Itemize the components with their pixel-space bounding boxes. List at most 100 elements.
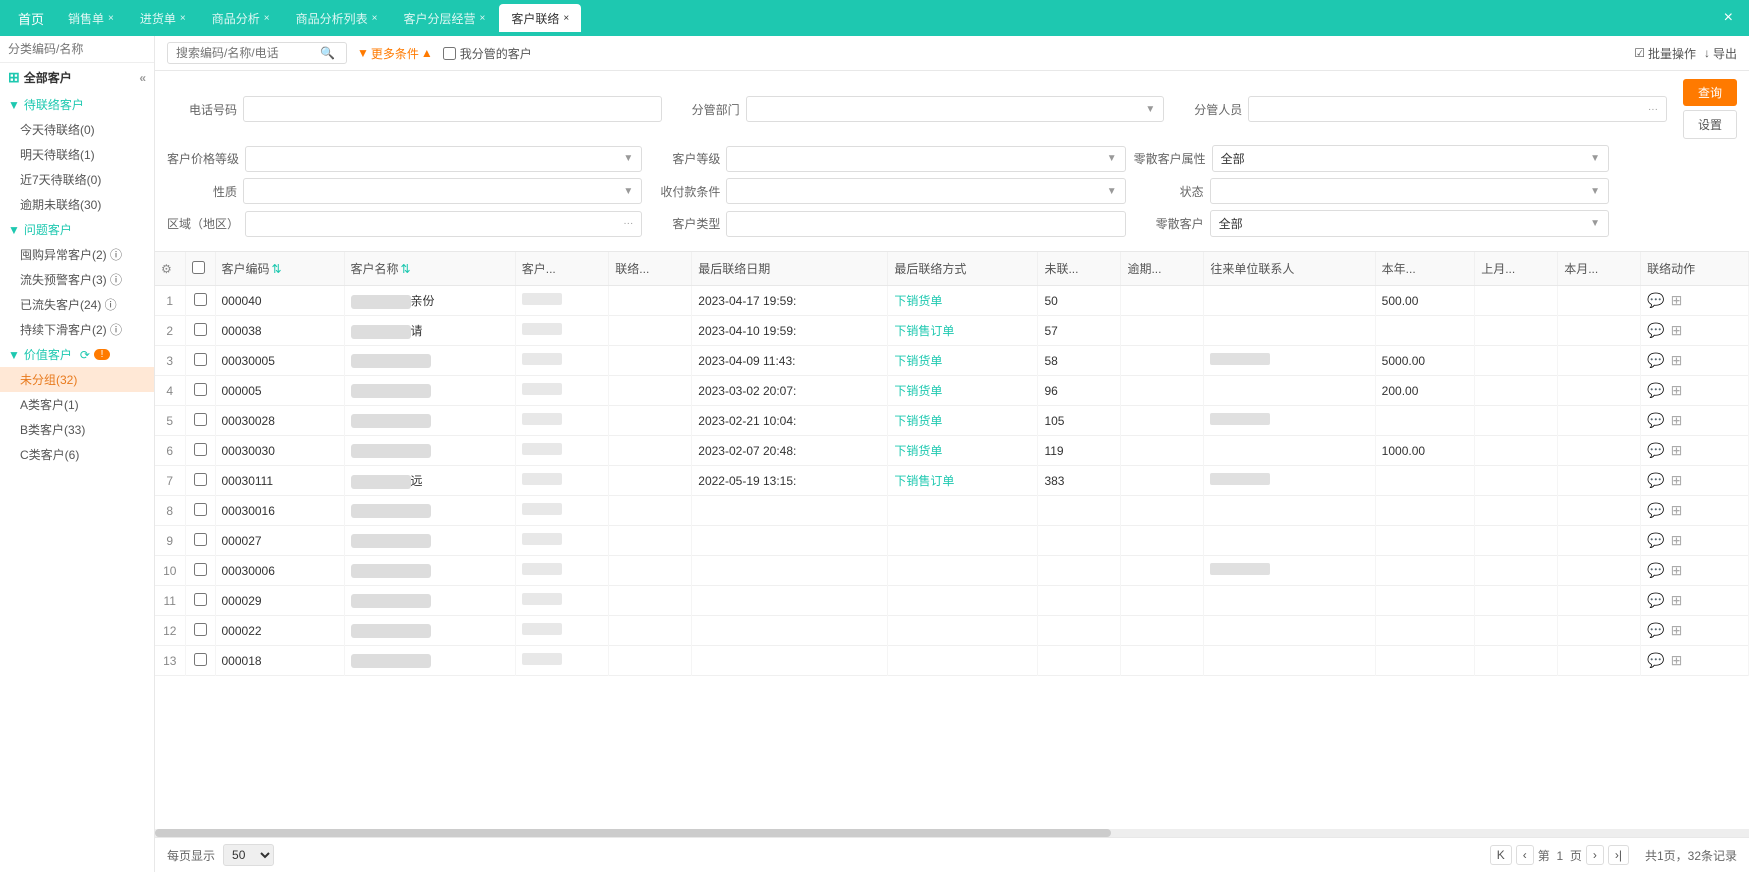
sidebar-item-typeA[interactable]: A类客户(1): [0, 392, 154, 417]
filter-search-input[interactable]: [176, 46, 316, 60]
grid-action-icon[interactable]: ⊞: [1671, 292, 1683, 309]
row-checkbox[interactable]: [194, 503, 207, 516]
nav-tab-sales[interactable]: 销售单 ×: [56, 4, 126, 32]
close-window-button[interactable]: ×: [1716, 9, 1741, 27]
sidebar-item-7days[interactable]: 近7天待联络(0): [0, 167, 154, 192]
per-page-select[interactable]: 50 100: [223, 844, 274, 866]
chat-icon[interactable]: 💬: [1647, 622, 1664, 639]
price-level-select[interactable]: ▼: [245, 146, 642, 172]
chat-icon[interactable]: 💬: [1647, 532, 1664, 549]
my-customers-checkbox[interactable]: 我分管的客户: [443, 45, 532, 62]
row-checkbox[interactable]: [194, 293, 207, 306]
select-all-checkbox[interactable]: [192, 261, 205, 274]
status-select[interactable]: ▼: [1210, 178, 1609, 204]
nav-tab-customer-tier[interactable]: 客户分层经营 ×: [391, 4, 497, 32]
row-checkbox[interactable]: [194, 443, 207, 456]
chat-icon[interactable]: 💬: [1647, 562, 1664, 579]
sidebar-item-typeB[interactable]: B类客户(33): [0, 417, 154, 442]
nature-select[interactable]: ▼: [243, 178, 642, 204]
sidebar-item-abnormal[interactable]: 囤购异常客户(2) ⓘ: [0, 242, 154, 267]
nav-tab-purchase-close[interactable]: ×: [180, 13, 186, 24]
nav-tab-customer-contact-close[interactable]: ×: [563, 13, 569, 24]
chat-icon[interactable]: 💬: [1647, 652, 1664, 669]
next-page-button[interactable]: ›: [1586, 845, 1604, 865]
row-checkbox[interactable]: [194, 323, 207, 336]
cust-level-select[interactable]: ▼: [726, 146, 1125, 172]
grid-action-icon[interactable]: ⊞: [1671, 562, 1683, 579]
sidebar-item-tomorrow[interactable]: 明天待联络(1): [0, 142, 154, 167]
nav-tab-customer-contact[interactable]: 客户联络 ×: [499, 4, 581, 32]
region-select[interactable]: ···: [245, 211, 642, 237]
query-button[interactable]: 查询: [1683, 79, 1737, 106]
chat-icon[interactable]: 💬: [1647, 292, 1664, 309]
nav-tab-analysis-list-close[interactable]: ×: [372, 13, 378, 24]
chat-icon[interactable]: 💬: [1647, 352, 1664, 369]
sidebar-item-today[interactable]: 今天待联络(0): [0, 117, 154, 142]
nav-tab-sales-close[interactable]: ×: [108, 13, 114, 24]
row-checkbox[interactable]: [194, 383, 207, 396]
grid-action-icon[interactable]: ⊞: [1671, 592, 1683, 609]
last-method-link[interactable]: 下销售订单: [894, 324, 954, 338]
sidebar-group-pending[interactable]: ▼ 待联络客户: [0, 92, 154, 117]
row-checkbox[interactable]: [194, 593, 207, 606]
grid-action-icon[interactable]: ⊞: [1671, 472, 1683, 489]
reset-button[interactable]: 设置: [1683, 110, 1737, 139]
export-button[interactable]: ↓ 导出: [1704, 45, 1737, 62]
grid-action-icon[interactable]: ⊞: [1671, 442, 1683, 459]
nav-tab-purchase[interactable]: 进货单 ×: [128, 4, 198, 32]
my-customers-input[interactable]: [443, 47, 456, 60]
cust-type-select[interactable]: [726, 211, 1125, 237]
sidebar-item-overdue[interactable]: 逾期未联络(30): [0, 192, 154, 217]
nav-home[interactable]: 首页: [8, 9, 54, 28]
person-select[interactable]: ···: [1248, 96, 1667, 122]
row-checkbox[interactable]: [194, 623, 207, 636]
sidebar-item-typeC[interactable]: C类客户(6): [0, 442, 154, 467]
scatter-select[interactable]: 全部 ▼: [1210, 210, 1609, 237]
chat-icon[interactable]: 💬: [1647, 472, 1664, 489]
nav-tab-analysis[interactable]: 商品分析 ×: [200, 4, 282, 32]
grid-action-icon[interactable]: ⊞: [1671, 502, 1683, 519]
last-method-link[interactable]: 下销货单: [894, 384, 942, 398]
payment-select[interactable]: ▼: [726, 178, 1125, 204]
chat-icon[interactable]: 💬: [1647, 322, 1664, 339]
sidebar-item-ungroup[interactable]: 未分组(32): [0, 367, 154, 392]
chat-icon[interactable]: 💬: [1647, 382, 1664, 399]
nav-tab-analysis-close[interactable]: ×: [264, 13, 270, 24]
sidebar-item-churn-warn[interactable]: 流失预警客户(3) ⓘ: [0, 267, 154, 292]
dept-select[interactable]: ▼: [746, 96, 1165, 122]
chat-icon[interactable]: 💬: [1647, 502, 1664, 519]
scatter-attr-select[interactable]: 全部 ▼: [1212, 145, 1609, 172]
grid-action-icon[interactable]: ⊞: [1671, 382, 1683, 399]
row-checkbox[interactable]: [194, 413, 207, 426]
horizontal-scrollbar[interactable]: [155, 829, 1749, 837]
grid-action-icon[interactable]: ⊞: [1671, 652, 1683, 669]
last-method-link[interactable]: 下销货单: [894, 444, 942, 458]
prev-page-button[interactable]: ‹: [1516, 845, 1534, 865]
first-page-button[interactable]: K: [1490, 845, 1512, 865]
last-method-link[interactable]: 下销货单: [894, 414, 942, 428]
all-customers-header[interactable]: ⊞ 全部客户 «: [0, 63, 154, 92]
grid-action-icon[interactable]: ⊞: [1671, 322, 1683, 339]
grid-action-icon[interactable]: ⊞: [1671, 412, 1683, 429]
row-checkbox[interactable]: [194, 473, 207, 486]
sidebar-group-value[interactable]: ▼ 价值客户 ⟳ !: [0, 342, 154, 367]
chat-icon[interactable]: 💬: [1647, 412, 1664, 429]
filter-search-icon[interactable]: 🔍: [320, 46, 335, 60]
last-method-link[interactable]: 下销售订单: [894, 474, 954, 488]
grid-action-icon[interactable]: ⊞: [1671, 352, 1683, 369]
value-refresh-icon[interactable]: ⟳: [80, 348, 90, 362]
last-method-link[interactable]: 下销货单: [894, 294, 942, 308]
sidebar-item-lost[interactable]: 已流失客户(24) ⓘ: [0, 292, 154, 317]
chat-icon[interactable]: 💬: [1647, 442, 1664, 459]
row-checkbox[interactable]: [194, 533, 207, 546]
nav-tab-analysis-list[interactable]: 商品分析列表 ×: [284, 4, 390, 32]
grid-action-icon[interactable]: ⊞: [1671, 532, 1683, 549]
row-checkbox[interactable]: [194, 653, 207, 666]
chat-icon[interactable]: 💬: [1647, 592, 1664, 609]
settings-icon[interactable]: ⚙: [161, 262, 172, 276]
grid-action-icon[interactable]: ⊞: [1671, 622, 1683, 639]
last-method-link[interactable]: 下销货单: [894, 354, 942, 368]
last-page-button[interactable]: ›|: [1608, 845, 1629, 865]
more-conditions-button[interactable]: ▼ 更多条件 ▲: [357, 45, 433, 62]
sidebar-item-declining[interactable]: 持续下滑客户(2) ⓘ: [0, 317, 154, 342]
